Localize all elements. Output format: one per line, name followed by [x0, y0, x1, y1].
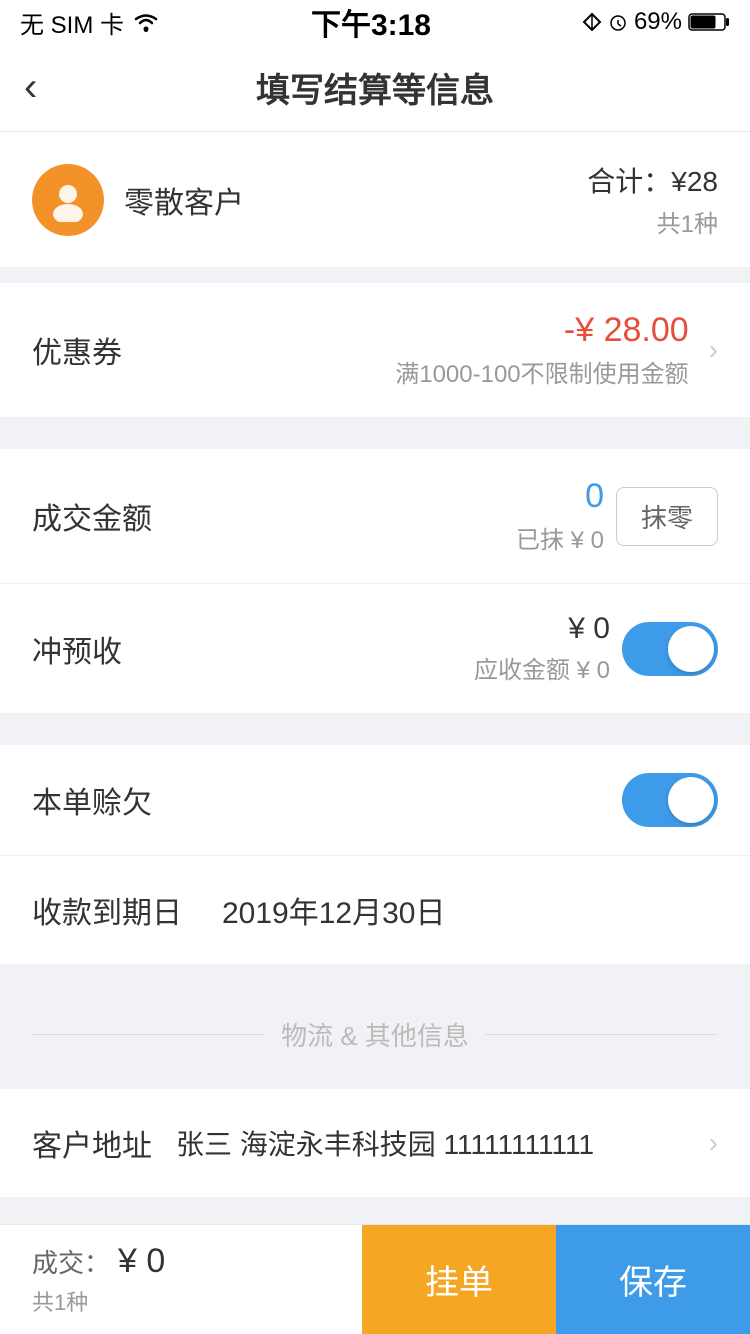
status-left: 无 SIM 卡 [20, 5, 160, 40]
prepayment-label: 冲预收 [32, 627, 122, 671]
divider-line-left [32, 1034, 265, 1035]
debt-toggle-knob [668, 777, 714, 823]
customer-count: 共1种 [587, 204, 718, 239]
customer-row: 零散客户 合计：¥28 共1种 [0, 132, 750, 267]
customer-avatar [32, 164, 104, 236]
transaction-row: 成交金额 0 已抹 ¥ 0 抹零 [0, 449, 750, 584]
coupon-right: -¥ 28.00 满1000-100不限制使用金额 › [395, 311, 718, 389]
battery-percent: 69% [634, 8, 682, 36]
battery-icon [688, 11, 730, 33]
status-bar: 无 SIM 卡 下午3:18 69% [0, 0, 750, 44]
summary-value: ¥ 0 [118, 1242, 165, 1281]
toggle-knob [668, 626, 714, 672]
prepayment-row: 冲预收 ¥ 0 应收金额 ¥ 0 [0, 584, 750, 713]
bottom-summary: 成交： ¥ 0 共1种 [0, 1242, 362, 1317]
address-label: 客户地址 [32, 1121, 152, 1165]
debt-row: 本单赊欠 [0, 745, 750, 856]
prepayment-sub: 应收金额 ¥ 0 [474, 650, 610, 685]
due-date-label: 收款到期日 [32, 888, 182, 932]
save-label: 保存 [619, 1255, 687, 1304]
coupon-row[interactable]: 优惠券 -¥ 28.00 满1000-100不限制使用金额 › [0, 283, 750, 417]
bottom-bar: 成交： ¥ 0 共1种 挂单 保存 [0, 1224, 750, 1334]
gap1 [0, 433, 750, 449]
summary-count: 共1种 [32, 1285, 330, 1317]
customer-total: 合计：¥28 [587, 160, 718, 200]
prepayment-toggle[interactable] [622, 622, 718, 676]
status-right: 69% [582, 8, 730, 36]
transaction-value-block: 0 已抹 ¥ 0 [516, 477, 604, 555]
prepayment-value: ¥ 0 [474, 612, 610, 646]
coupon-value-block: -¥ 28.00 满1000-100不限制使用金额 [395, 311, 688, 389]
debt-section: 本单赊欠 收款到期日 2019年12月30日 [0, 745, 750, 964]
coupon-value: -¥ 28.00 [395, 311, 688, 350]
alarm-icon [608, 12, 628, 32]
logistics-label: 物流 & 其他信息 [281, 1016, 469, 1053]
divider-line-right [485, 1034, 718, 1035]
customer-name: 零散客户 [124, 178, 244, 222]
address-chevron: › [709, 1127, 718, 1159]
debt-label: 本单赊欠 [32, 778, 152, 822]
save-button[interactable]: 保存 [556, 1225, 750, 1334]
gap2 [0, 729, 750, 745]
debt-right [622, 773, 718, 827]
due-date-value: 2019年12月30日 [222, 888, 445, 932]
address-value: 张三 海淀永丰科技园 11111111111 [176, 1123, 701, 1163]
transaction-sub: 已抹 ¥ 0 [516, 520, 604, 555]
coupon-chevron: › [709, 334, 718, 366]
sim-status: 无 SIM 卡 [20, 5, 124, 40]
coupon-sub: 满1000-100不限制使用金额 [395, 354, 688, 389]
page-title: 填写结算等信息 [256, 63, 494, 112]
location-icon [582, 12, 602, 32]
transaction-label: 成交金额 [32, 494, 152, 538]
status-time: 下午3:18 [311, 0, 431, 44]
due-date-row: 收款到期日 2019年12月30日 [0, 856, 750, 964]
coupon-label: 优惠券 [32, 328, 122, 372]
wifi-icon [132, 12, 160, 32]
customer-left: 零散客户 [32, 164, 244, 236]
round-zero-button[interactable]: 抹零 [616, 487, 718, 546]
gap3 [0, 980, 750, 996]
hang-button[interactable]: 挂单 [362, 1225, 556, 1334]
prepayment-right: ¥ 0 应收金额 ¥ 0 [474, 612, 718, 685]
hang-label: 挂单 [425, 1255, 493, 1304]
back-button[interactable]: ‹ [24, 65, 37, 110]
transaction-right: 0 已抹 ¥ 0 抹零 [516, 477, 718, 555]
transaction-value: 0 [516, 477, 604, 516]
transaction-section: 成交金额 0 已抹 ¥ 0 抹零 冲预收 ¥ 0 应收金额 ¥ 0 [0, 449, 750, 713]
logistics-divider: 物流 & 其他信息 [0, 996, 750, 1073]
summary-title: 成交： [32, 1243, 110, 1280]
address-row[interactable]: 客户地址 张三 海淀永丰科技园 11111111111 › [0, 1089, 750, 1197]
nav-bar: ‹ 填写结算等信息 [0, 44, 750, 132]
coupon-section: 优惠券 -¥ 28.00 满1000-100不限制使用金额 › [0, 283, 750, 417]
customer-right: 合计：¥28 共1种 [587, 160, 718, 239]
prepayment-value-block: ¥ 0 应收金额 ¥ 0 [474, 612, 610, 685]
gap4 [0, 1073, 750, 1089]
content: 零散客户 合计：¥28 共1种 优惠券 -¥ 28.00 满1000-100不限… [0, 132, 750, 1333]
debt-toggle[interactable] [622, 773, 718, 827]
